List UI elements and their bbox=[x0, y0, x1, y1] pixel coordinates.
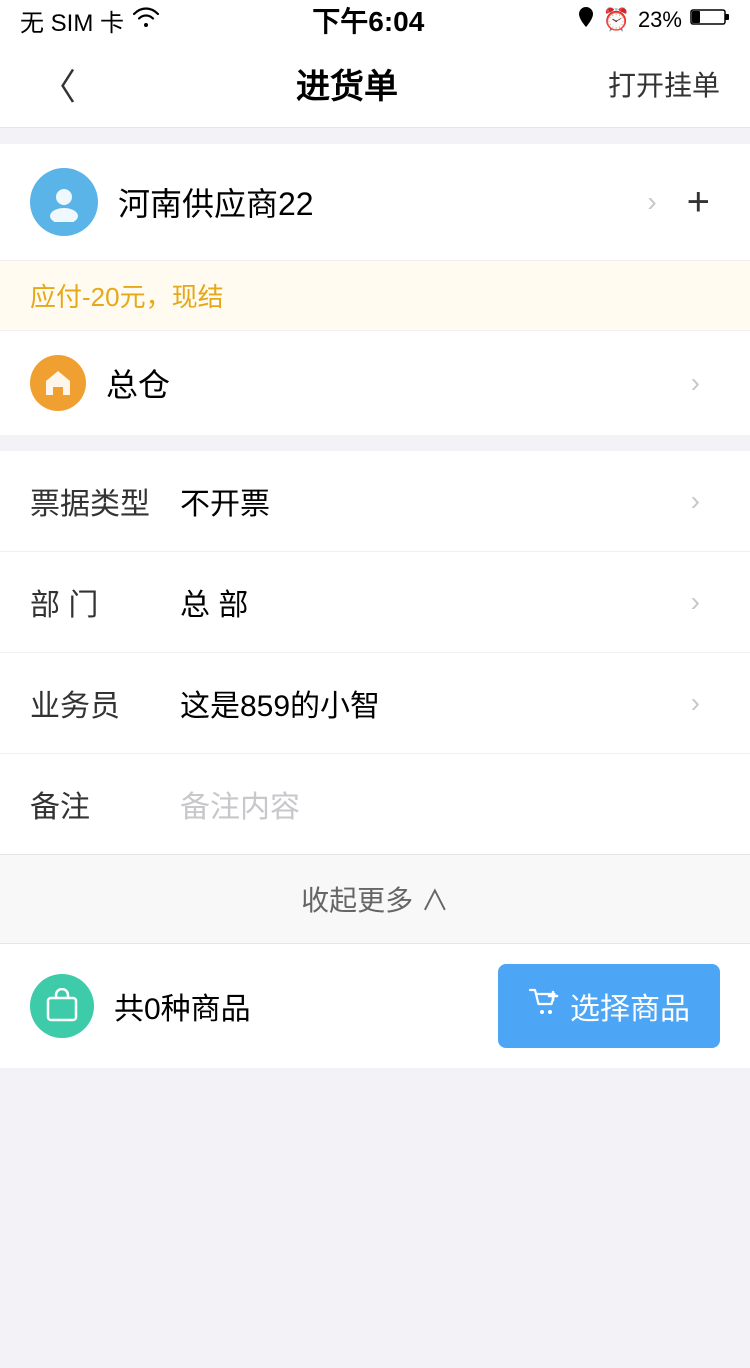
salesperson-value: 这是859的小智 bbox=[160, 681, 691, 725]
product-count-text: 共0种商品 bbox=[114, 984, 478, 1028]
remark-label: 备注 bbox=[30, 782, 160, 826]
location-icon bbox=[577, 6, 595, 34]
remark-input[interactable]: 备注内容 bbox=[160, 782, 720, 826]
warehouse-row[interactable]: 总仓 › bbox=[0, 330, 750, 435]
sim-label: 无 SIM 卡 bbox=[20, 3, 124, 38]
department-value: 总 部 bbox=[160, 580, 691, 624]
battery-text: 23% bbox=[638, 7, 682, 33]
add-supplier-button[interactable]: + bbox=[677, 180, 720, 225]
remaining-area bbox=[0, 1068, 750, 1368]
remark-row[interactable]: 备注 备注内容 bbox=[0, 754, 750, 854]
invoice-type-chevron-icon: › bbox=[691, 485, 700, 517]
open-pending-button[interactable]: 打开挂单 bbox=[608, 64, 720, 104]
department-row[interactable]: 部 门 总 部 › bbox=[0, 552, 750, 653]
warehouse-chevron-icon: › bbox=[691, 367, 700, 399]
department-chevron-icon: › bbox=[691, 586, 700, 618]
bottom-bar: 共0种商品 选择商品 bbox=[0, 943, 750, 1068]
invoice-type-value: 不开票 bbox=[160, 479, 691, 523]
invoice-type-row[interactable]: 票据类型 不开票 › bbox=[0, 451, 750, 552]
select-product-button[interactable]: 选择商品 bbox=[498, 964, 720, 1048]
collapse-label: 收起更多 ∧ bbox=[301, 879, 449, 919]
wifi-icon bbox=[132, 6, 160, 34]
salesperson-row[interactable]: 业务员 这是859的小智 › bbox=[0, 653, 750, 754]
supplier-avatar bbox=[30, 168, 98, 236]
salesperson-chevron-icon: › bbox=[691, 687, 700, 719]
warehouse-name: 总仓 bbox=[106, 360, 691, 406]
notice-text: 应付-20元，现结 bbox=[30, 282, 224, 312]
top-divider bbox=[0, 128, 750, 144]
status-bar: 无 SIM 卡 下午6:04 ⏰ 23% bbox=[0, 0, 750, 40]
supplier-row[interactable]: 河南供应商22 › + bbox=[0, 144, 750, 261]
status-time: 下午6:04 bbox=[312, 0, 424, 40]
status-left: 无 SIM 卡 bbox=[20, 3, 160, 38]
page-title: 进货单 bbox=[296, 59, 398, 108]
collapse-row[interactable]: 收起更多 ∧ bbox=[0, 854, 750, 943]
product-count-icon bbox=[30, 974, 94, 1038]
supplier-section: 河南供应商22 › + 应付-20元，现结 总仓 › bbox=[0, 144, 750, 435]
select-product-icon bbox=[528, 988, 560, 1024]
back-button[interactable]: 〈 bbox=[30, 48, 86, 120]
status-right: ⏰ 23% bbox=[577, 6, 730, 34]
alarm-icon: ⏰ bbox=[603, 7, 630, 33]
salesperson-label: 业务员 bbox=[30, 681, 160, 725]
warehouse-icon bbox=[30, 355, 86, 411]
select-product-label: 选择商品 bbox=[570, 984, 690, 1028]
form-section: 票据类型 不开票 › 部 门 总 部 › 业务员 这是859的小智 › 备注 备… bbox=[0, 451, 750, 854]
notice-bar: 应付-20元，现结 bbox=[0, 261, 750, 330]
battery-icon bbox=[690, 7, 730, 33]
supplier-chevron-icon: › bbox=[647, 186, 656, 218]
invoice-type-label: 票据类型 bbox=[30, 479, 160, 523]
supplier-name: 河南供应商22 bbox=[118, 179, 647, 225]
nav-bar: 〈 进货单 打开挂单 bbox=[0, 40, 750, 128]
department-label: 部 门 bbox=[30, 580, 160, 624]
